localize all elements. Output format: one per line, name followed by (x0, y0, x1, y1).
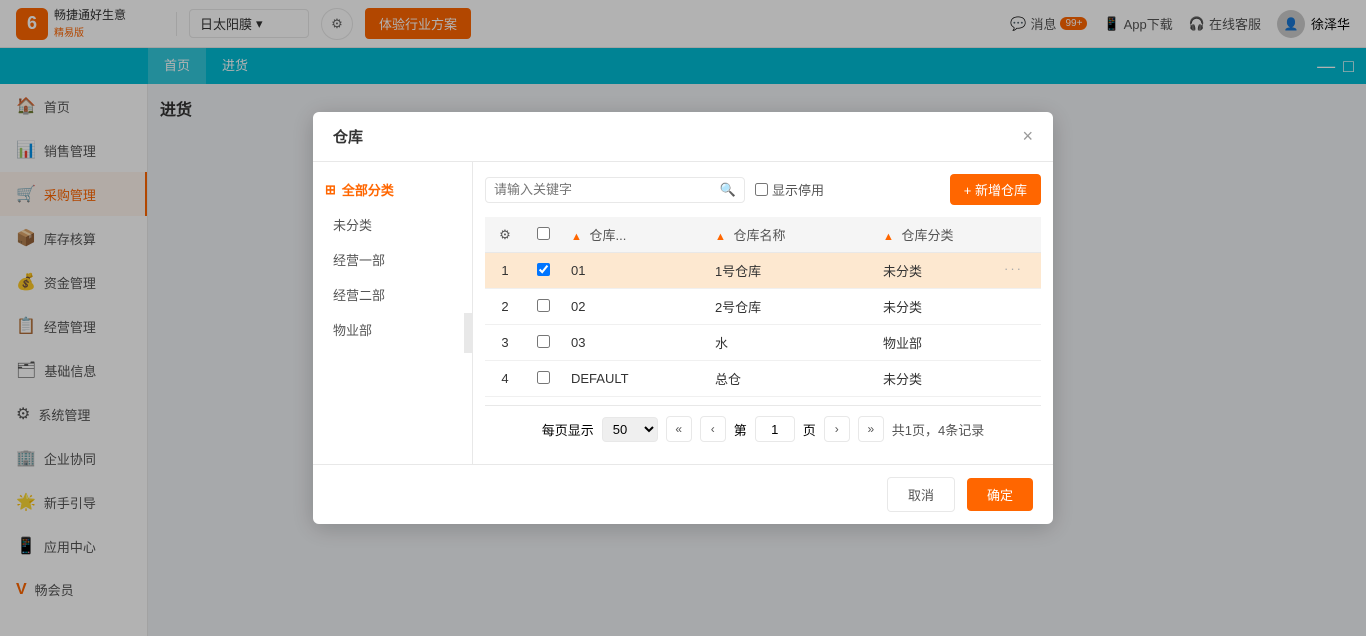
warehouse-toolbar: 🔍 显示停用 + 新增仓库 (485, 174, 1041, 205)
category-label-2: 经营二部 (333, 288, 385, 303)
modal-body: ⊞ 全部分类 未分类 经营一部 经营二部 物业部 ‹ (313, 162, 1053, 464)
pagination: 每页显示 50 10 20 100 « ‹ 第 页 (485, 405, 1041, 452)
row-num: 1 (485, 253, 525, 289)
category-item-unclassified[interactable]: 未分类 (313, 207, 472, 242)
page-prefix-label: 第 (734, 420, 747, 439)
page-size-label: 每页显示 (542, 420, 594, 439)
sort-name-icon: ▲ (715, 231, 726, 243)
search-icon[interactable]: 🔍 (720, 182, 736, 198)
col-code: ▲ 仓库... (561, 217, 705, 253)
col-checkbox (525, 217, 561, 253)
prev-page-icon: ‹ (711, 422, 715, 436)
row-actions[interactable]: ··· (1004, 261, 1023, 276)
confirm-button[interactable]: 确定 (967, 478, 1033, 511)
modal-close-button[interactable]: × (1022, 126, 1033, 147)
modal-footer: 取消 确定 (313, 464, 1053, 524)
category-label-0: 未分类 (333, 218, 372, 233)
add-warehouse-button[interactable]: + 新增仓库 (950, 174, 1041, 205)
row-name: 总仓 (705, 361, 873, 397)
row-code: 01 (561, 253, 705, 289)
sort-cat-icon: ▲ (883, 231, 894, 243)
row-checkbox[interactable] (537, 263, 550, 276)
row-code: DEFAULT (561, 361, 705, 397)
warehouse-modal: 仓库 × ⊞ 全部分类 未分类 经营一部 经营二部 (313, 112, 1053, 524)
category-item-dept1[interactable]: 经营一部 (313, 242, 472, 277)
category-header[interactable]: ⊞ 全部分类 (313, 172, 472, 207)
category-item-dept2[interactable]: 经营二部 (313, 277, 472, 312)
col-code-label: 仓库... (590, 228, 627, 243)
row-num: 3 (485, 325, 525, 361)
last-page-button[interactable]: » (858, 416, 884, 442)
row-num: 4 (485, 361, 525, 397)
modal-overlay: 仓库 × ⊞ 全部分类 未分类 经营一部 经营二部 (0, 0, 1366, 636)
page-unit-label: 页 (803, 420, 816, 439)
modal-header: 仓库 × (313, 112, 1053, 162)
row-name: 2号仓库 (705, 289, 873, 325)
first-page-icon: « (675, 422, 682, 436)
modal-title: 仓库 (333, 126, 363, 147)
col-category: ▲ 仓库分类 (873, 217, 1041, 253)
search-input[interactable] (494, 182, 720, 197)
settings-icon[interactable]: ⚙ (499, 227, 511, 242)
col-name-label: 仓库名称 (733, 228, 785, 243)
row-checkbox-cell (525, 253, 561, 289)
row-checkbox[interactable] (537, 335, 550, 348)
category-all-label: 全部分类 (342, 180, 394, 199)
row-name: 水 (705, 325, 873, 361)
table-row[interactable]: 4 DEFAULT 总仓 未分类 (485, 361, 1041, 397)
row-code: 03 (561, 325, 705, 361)
row-name: 1号仓库 (705, 253, 873, 289)
row-category: 未分类 (873, 361, 1041, 397)
category-label-1: 经营一部 (333, 253, 385, 268)
sort-code-icon: ▲ (571, 231, 582, 243)
table-row[interactable]: 1 01 1号仓库 未分类··· (485, 253, 1041, 289)
row-category: 未分类 (873, 289, 1041, 325)
warehouse-table: ⚙ ▲ 仓库... ▲ (485, 217, 1041, 397)
row-category: 未分类··· (873, 253, 1041, 289)
row-category: 物业部 (873, 325, 1041, 361)
row-checkbox-cell (525, 361, 561, 397)
col-name: ▲ 仓库名称 (705, 217, 873, 253)
category-item-property[interactable]: 物业部 (313, 312, 472, 347)
first-page-button[interactable]: « (666, 416, 692, 442)
next-page-icon: › (835, 422, 839, 436)
last-page-icon: » (867, 422, 874, 436)
show-disabled-toggle[interactable]: 显示停用 (755, 180, 824, 199)
search-box: 🔍 (485, 177, 745, 203)
collapse-category-button[interactable]: ‹ (464, 313, 473, 353)
col-settings: ⚙ (485, 217, 525, 253)
show-disabled-checkbox[interactable] (755, 183, 768, 196)
row-code: 02 (561, 289, 705, 325)
table-row[interactable]: 2 02 2号仓库 未分类 (485, 289, 1041, 325)
page-number-input[interactable] (755, 416, 795, 442)
category-panel: ⊞ 全部分类 未分类 经营一部 经营二部 物业部 ‹ (313, 162, 473, 464)
table-row[interactable]: 3 03 水 物业部 (485, 325, 1041, 361)
page-size-select[interactable]: 50 10 20 100 (602, 417, 658, 442)
row-checkbox-cell (525, 325, 561, 361)
table-header-row: ⚙ ▲ 仓库... ▲ (485, 217, 1041, 253)
row-num: 2 (485, 289, 525, 325)
category-label-3: 物业部 (333, 323, 372, 338)
cancel-button[interactable]: 取消 (887, 477, 955, 512)
show-disabled-label: 显示停用 (772, 180, 824, 199)
total-info: 共1页，4条记录 (892, 420, 984, 439)
next-page-button[interactable]: › (824, 416, 850, 442)
col-category-label: 仓库分类 (901, 228, 953, 243)
warehouse-panel: 🔍 显示停用 + 新增仓库 ⚙ (473, 162, 1053, 464)
row-checkbox[interactable] (537, 299, 550, 312)
select-all-checkbox[interactable] (537, 227, 550, 240)
grid-icon: ⊞ (325, 182, 336, 198)
prev-page-button[interactable]: ‹ (700, 416, 726, 442)
row-checkbox-cell (525, 289, 561, 325)
row-checkbox[interactable] (537, 371, 550, 384)
